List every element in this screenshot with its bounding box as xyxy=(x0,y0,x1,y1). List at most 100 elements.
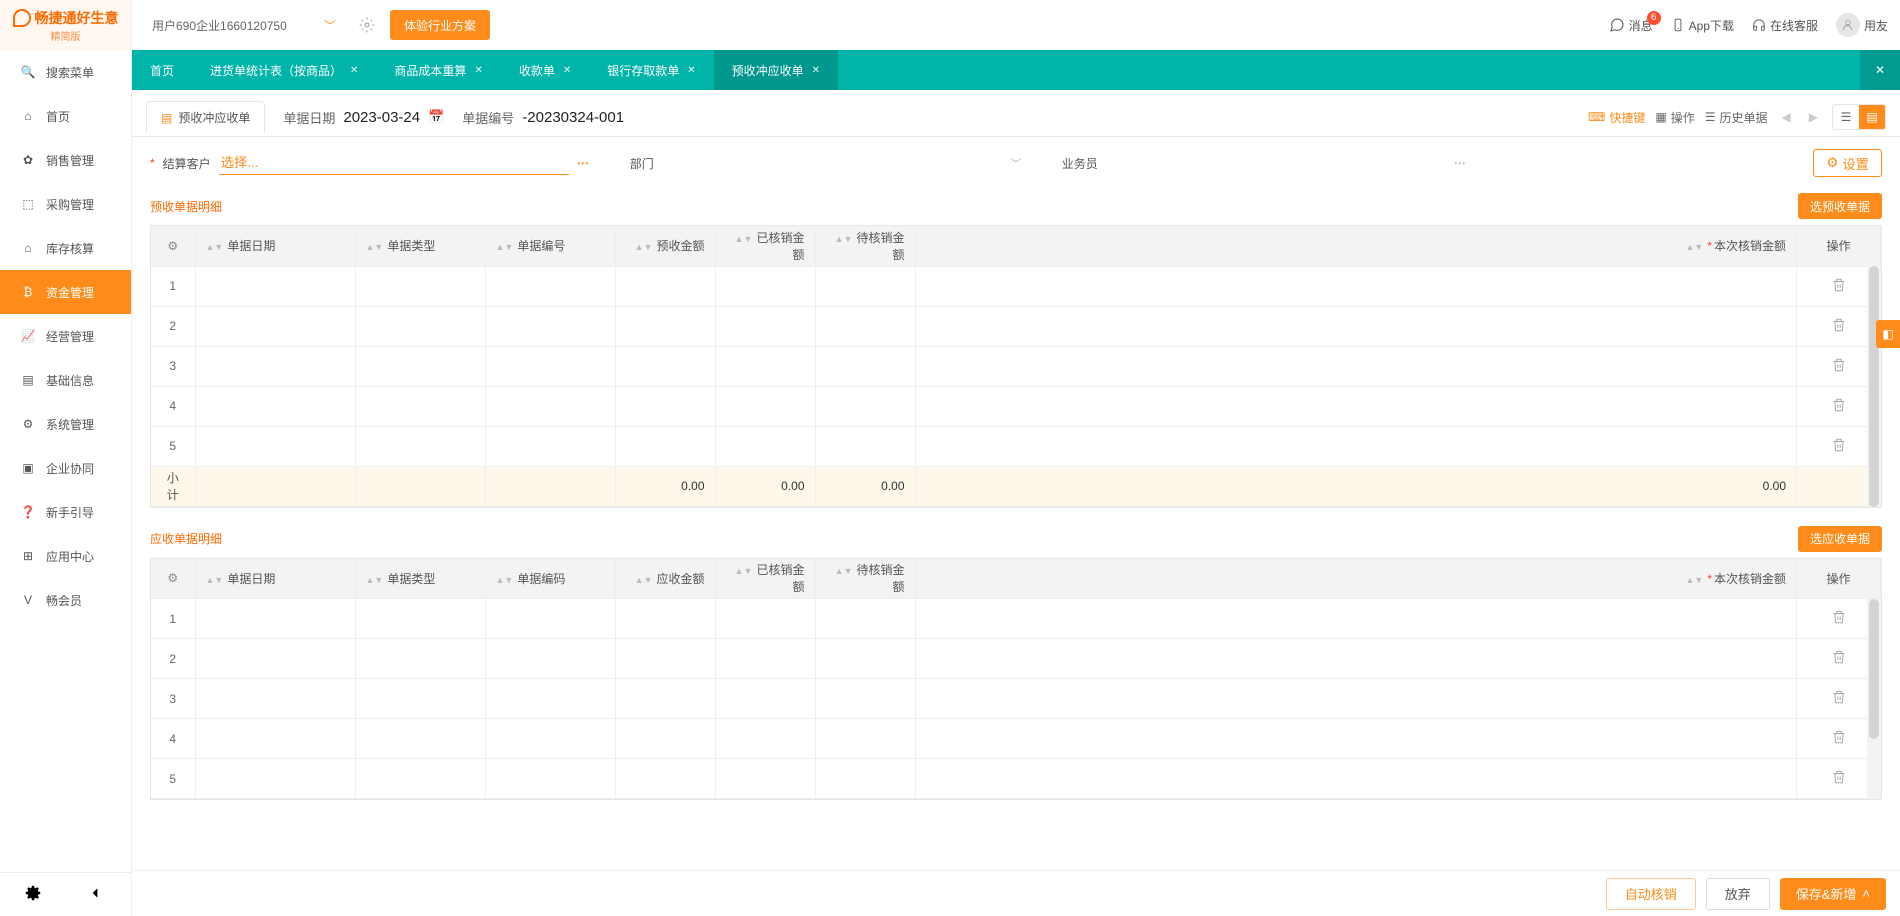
close-icon[interactable]: ✕ xyxy=(812,65,820,76)
support-button[interactable]: 在线客服 xyxy=(1752,17,1818,34)
sidebar-item-7[interactable]: ▤基础信息 xyxy=(0,358,131,402)
doc-date[interactable]: 2023-03-24 xyxy=(343,109,420,126)
messages-button[interactable]: 消息 6 xyxy=(1609,17,1653,34)
pick-receivable-button[interactable]: 选应收单据 xyxy=(1798,526,1882,552)
operate-button[interactable]: ▦操作 xyxy=(1655,109,1694,126)
discard-button[interactable]: 放弃 xyxy=(1706,878,1770,910)
delete-row-button[interactable] xyxy=(1832,281,1846,295)
scrollbar[interactable] xyxy=(1867,599,1881,800)
delete-row-button[interactable] xyxy=(1832,733,1846,747)
col-thiswrite[interactable]: ▲▼*本次核销金额 xyxy=(915,559,1797,599)
close-icon[interactable]: ✕ xyxy=(350,65,358,76)
trial-button[interactable]: 体验行业方案 xyxy=(390,10,490,40)
table-row[interactable]: 1 xyxy=(151,266,1881,306)
delete-row-button[interactable] xyxy=(1832,401,1846,415)
prev-doc-button[interactable]: ◀ xyxy=(1778,110,1795,124)
close-icon[interactable]: ✕ xyxy=(563,65,571,76)
sidebar-item-1[interactable]: ⌂首页 xyxy=(0,94,131,138)
rail-chip[interactable]: ◧ xyxy=(1876,320,1900,348)
tab-5[interactable]: 预收冲应收单✕ xyxy=(714,50,838,90)
col-date[interactable]: ▲▼单据日期 xyxy=(195,226,355,266)
delete-row-button[interactable] xyxy=(1832,321,1846,335)
dept-label: 部门 xyxy=(630,155,654,172)
gear-icon: ⚙ xyxy=(1826,155,1838,171)
table-row[interactable]: 2 xyxy=(151,639,1881,679)
col-prepay[interactable]: ▲▼预收金额 xyxy=(615,226,715,266)
scrollbar[interactable] xyxy=(1867,266,1881,507)
delete-row-button[interactable] xyxy=(1832,653,1846,667)
customer-lookup-button[interactable]: ⋯ xyxy=(577,156,590,170)
view-detail-button[interactable]: ▤ xyxy=(1859,105,1885,129)
col-pending[interactable]: ▲▼待核销金额 xyxy=(815,226,915,266)
table-row[interactable]: 3 xyxy=(151,346,1881,386)
col-pending[interactable]: ▲▼待核销金额 xyxy=(815,559,915,599)
collapse-icon[interactable] xyxy=(90,885,106,904)
pick-prepay-button[interactable]: 选预收单据 xyxy=(1798,193,1882,219)
table-row[interactable]: 3 xyxy=(151,679,1881,719)
sidebar-item-11[interactable]: ⊞应用中心 xyxy=(0,534,131,578)
col-no[interactable]: ▲▼单据编号 xyxy=(485,226,615,266)
tab-2[interactable]: 商品成本重算✕ xyxy=(376,50,500,90)
col-recv[interactable]: ▲▼应收金额 xyxy=(615,559,715,599)
calendar-icon[interactable]: 📅 xyxy=(428,109,444,125)
sort-icon: ▲▼ xyxy=(735,236,753,242)
dept-input[interactable] xyxy=(662,151,1002,175)
col-thiswrite[interactable]: ▲▼*本次核销金额 xyxy=(915,226,1797,266)
delete-row-button[interactable] xyxy=(1832,441,1846,455)
close-icon[interactable]: ✕ xyxy=(687,65,695,76)
sidebar-item-12[interactable]: V畅会员 xyxy=(0,578,131,622)
col-date[interactable]: ▲▼单据日期 xyxy=(195,559,355,599)
sidebar-item-0[interactable]: 🔍搜索菜单 xyxy=(0,50,131,94)
history-button[interactable]: ☰历史单据 xyxy=(1705,109,1768,126)
sales-lookup-button[interactable]: ⋯ xyxy=(1454,156,1467,170)
delete-row-button[interactable] xyxy=(1832,361,1846,375)
table-row[interactable]: 2 xyxy=(151,306,1881,346)
col-code[interactable]: ▲▼单据编码 xyxy=(485,559,615,599)
shortcut-button[interactable]: ⌨快捷键 xyxy=(1588,109,1645,126)
auto-writeoff-button[interactable]: 自动核销 xyxy=(1606,878,1696,910)
sidebar-item-10[interactable]: ❓新手引导 xyxy=(0,490,131,534)
table-row[interactable]: 4 xyxy=(151,719,1881,759)
col-type[interactable]: ▲▼单据类型 xyxy=(355,559,485,599)
tab-0[interactable]: 首页 xyxy=(132,50,192,90)
sidebar-item-8[interactable]: ⚙系统管理 xyxy=(0,402,131,446)
tabstrip: 首页进货单统计表（按商品）✕商品成本重算✕收款单✕银行存取款单✕预收冲应收单✕ … xyxy=(132,50,1900,90)
column-settings-button[interactable]: ⚙ xyxy=(151,226,195,266)
tab-1[interactable]: 进货单统计表（按商品）✕ xyxy=(192,50,376,90)
save-and-new-button[interactable]: 保存&新增˄ xyxy=(1780,878,1886,910)
close-icon[interactable]: ✕ xyxy=(474,65,482,76)
table-row[interactable]: 5 xyxy=(151,426,1881,466)
customer-input[interactable] xyxy=(219,151,569,175)
table-row[interactable]: 5 xyxy=(151,759,1881,799)
app-download-button[interactable]: App下载 xyxy=(1671,17,1734,34)
sidebar-item-5[interactable]: ₿资金管理 xyxy=(0,270,131,314)
delete-row-button[interactable] xyxy=(1832,693,1846,707)
nav-icon: ✿ xyxy=(20,152,36,168)
form-settings-button[interactable]: ⚙设置 xyxy=(1813,149,1882,177)
settings-icon[interactable] xyxy=(25,885,41,904)
column-settings-button[interactable]: ⚙ xyxy=(151,559,195,599)
col-type[interactable]: ▲▼单据类型 xyxy=(355,226,485,266)
tab-3[interactable]: 收款单✕ xyxy=(501,50,589,90)
next-doc-button[interactable]: ▶ xyxy=(1805,110,1822,124)
sidebar-item-9[interactable]: ▣企业协同 xyxy=(0,446,131,490)
view-list-button[interactable]: ☰ xyxy=(1833,105,1859,129)
sidebar-item-6[interactable]: 📈经营管理 xyxy=(0,314,131,358)
company-settings-button[interactable] xyxy=(354,12,380,38)
doc-tab[interactable]: ▤ 预收冲应收单 xyxy=(146,101,265,133)
sidebar-item-3[interactable]: ⬚采购管理 xyxy=(0,182,131,226)
delete-row-button[interactable] xyxy=(1832,613,1846,627)
close-all-tabs-button[interactable]: ✕ xyxy=(1860,50,1900,90)
company-selector[interactable]: 用户690企业1660120750 ﹀ xyxy=(144,11,344,39)
col-written[interactable]: ▲▼已核销金额 xyxy=(715,226,815,266)
delete-row-button[interactable] xyxy=(1832,773,1846,787)
table-row[interactable]: 1 xyxy=(151,599,1881,639)
chevron-down-icon[interactable]: ﹀ xyxy=(1010,155,1022,172)
sales-input[interactable] xyxy=(1106,151,1446,175)
user-menu[interactable]: 用友 xyxy=(1836,13,1888,37)
col-written[interactable]: ▲▼已核销金额 xyxy=(715,559,815,599)
sidebar-item-2[interactable]: ✿销售管理 xyxy=(0,138,131,182)
tab-4[interactable]: 银行存取款单✕ xyxy=(589,50,713,90)
table-row[interactable]: 4 xyxy=(151,386,1881,426)
sidebar-item-4[interactable]: ⌂库存核算 xyxy=(0,226,131,270)
